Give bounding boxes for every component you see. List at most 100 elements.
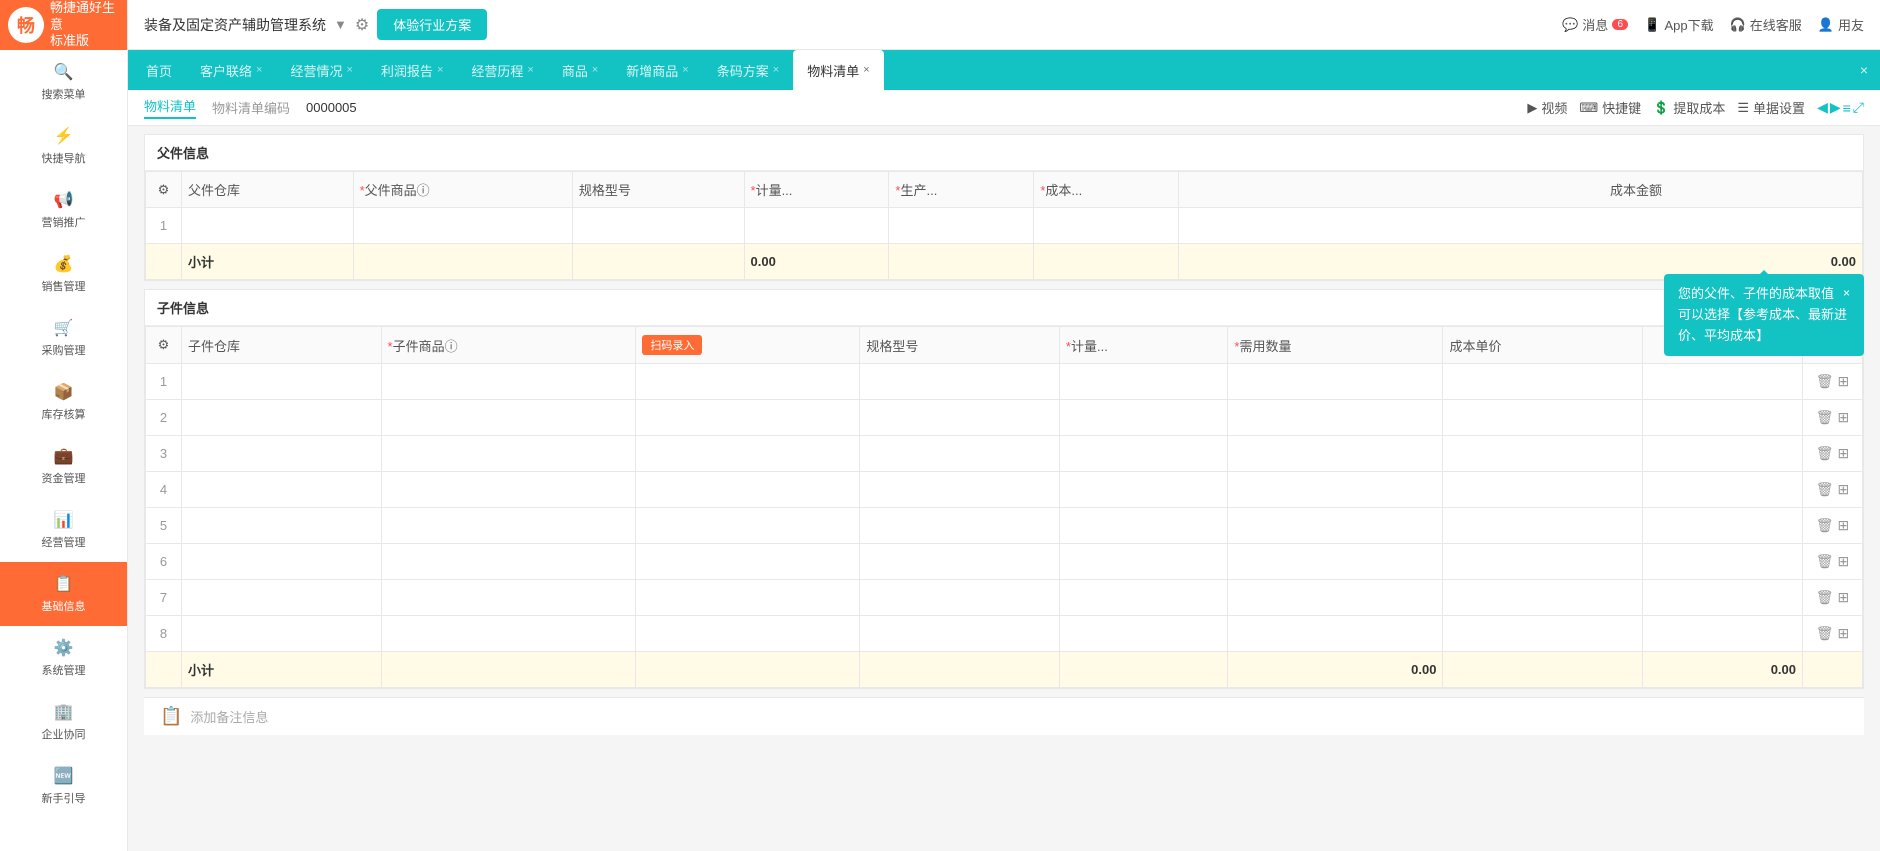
child-row-6-unit[interactable] <box>1059 544 1227 580</box>
online-service-button[interactable]: 🎧 在线客服 <box>1730 15 1802 34</box>
delete-icon-6[interactable]: 🗑 <box>1816 553 1834 570</box>
child-row-5-unit[interactable] <box>1059 508 1227 544</box>
sidebar-item-inventory[interactable]: 📦库存核算 <box>0 370 127 434</box>
parent-row-1-product[interactable] <box>353 208 572 244</box>
child-row-5-warehouse[interactable] <box>182 508 382 544</box>
message-button[interactable]: 💬 消息 6 <box>1562 15 1628 34</box>
child-row-7-quantity[interactable] <box>1228 580 1443 616</box>
nav-tab-close-1[interactable]: × <box>256 64 262 76</box>
child-row-8-unit-price[interactable] <box>1443 616 1643 652</box>
child-row-4-amount[interactable] <box>1643 472 1803 508</box>
copy-icon-5[interactable]: ⊞ <box>1838 517 1850 534</box>
next-arrow[interactable]: ▶ <box>1830 99 1841 116</box>
child-row-8-amount[interactable] <box>1643 616 1803 652</box>
note-text[interactable]: 添加备注信息 <box>190 707 268 726</box>
child-row-5-amount[interactable] <box>1643 508 1803 544</box>
child-row-3-warehouse[interactable] <box>182 436 382 472</box>
app-download-button[interactable]: 📱 App下载 <box>1644 15 1713 34</box>
child-row-3-scan[interactable] <box>636 436 860 472</box>
child-row-1-spec[interactable] <box>860 364 1060 400</box>
parent-row-1-warehouse[interactable] <box>182 208 354 244</box>
child-row-6-quantity[interactable] <box>1228 544 1443 580</box>
child-row-6-product[interactable] <box>381 544 636 580</box>
doc-settings-button[interactable]: ☰ 单据设置 <box>1737 98 1805 117</box>
nav-tab-6[interactable]: 新增商品× <box>612 50 702 90</box>
sidebar-item-finance[interactable]: 💼资金管理 <box>0 434 127 498</box>
child-th-scan[interactable]: 扫码录入 <box>636 327 860 364</box>
parent-row-1-production[interactable] <box>889 208 1034 244</box>
child-row-6-spec[interactable] <box>860 544 1060 580</box>
copy-icon-4[interactable]: ⊞ <box>1838 481 1850 498</box>
child-row-4-scan[interactable] <box>636 472 860 508</box>
parent-th-settings[interactable]: ⚙ <box>146 172 182 208</box>
header-dropdown-icon[interactable]: ▼ <box>334 17 347 32</box>
child-row-1-scan[interactable] <box>636 364 860 400</box>
child-row-4-warehouse[interactable] <box>182 472 382 508</box>
parent-row-1-amount[interactable] <box>1179 208 1863 244</box>
child-row-3-quantity[interactable] <box>1228 436 1443 472</box>
child-row-4-product[interactable] <box>381 472 636 508</box>
child-row-8-product[interactable] <box>381 616 636 652</box>
child-row-1-quantity[interactable] <box>1228 364 1443 400</box>
child-row-3-amount[interactable] <box>1643 436 1803 472</box>
copy-icon-3[interactable]: ⊞ <box>1838 445 1850 462</box>
nav-tab-2[interactable]: 经营情况× <box>276 50 366 90</box>
extract-cost-button[interactable]: 💲 提取成本 <box>1653 98 1725 117</box>
video-button[interactable]: ▶ 视频 <box>1527 98 1567 117</box>
child-row-6-scan[interactable] <box>636 544 860 580</box>
child-row-2-warehouse[interactable] <box>182 400 382 436</box>
sidebar-item-basic[interactable]: 📋基础信息 <box>0 562 127 626</box>
menu-icon[interactable]: ≡ <box>1843 100 1851 116</box>
sidebar-item-search[interactable]: 🔍搜索菜单 <box>0 50 127 114</box>
sidebar-item-purchase[interactable]: 🛒采购管理 <box>0 306 127 370</box>
nav-tab-close-6[interactable]: × <box>682 64 688 76</box>
child-row-5-scan[interactable] <box>636 508 860 544</box>
nav-tab-close-8[interactable]: × <box>863 64 869 76</box>
sidebar-item-quicknav[interactable]: ⚡快捷导航 <box>0 114 127 178</box>
expand-icon[interactable]: ⤢ <box>1853 99 1864 116</box>
nav-tab-1[interactable]: 客户联络× <box>186 50 276 90</box>
scan-button[interactable]: 扫码录入 <box>642 335 702 355</box>
delete-icon-5[interactable]: 🗑 <box>1816 517 1834 534</box>
parent-row-1-spec[interactable] <box>572 208 744 244</box>
child-row-4-quantity[interactable] <box>1228 472 1443 508</box>
child-row-8-spec[interactable] <box>860 616 1060 652</box>
sidebar-item-marketing[interactable]: 📢营销推广 <box>0 178 127 242</box>
child-row-5-unit-price[interactable] <box>1443 508 1643 544</box>
copy-icon-2[interactable]: ⊞ <box>1838 409 1850 426</box>
child-th-settings[interactable]: ⚙ <box>146 327 182 364</box>
copy-icon-8[interactable]: ⊞ <box>1838 625 1850 642</box>
child-row-7-amount[interactable] <box>1643 580 1803 616</box>
copy-icon-1[interactable]: ⊞ <box>1838 373 1850 390</box>
copy-icon-6[interactable]: ⊞ <box>1838 553 1850 570</box>
parent-row-1-cost[interactable] <box>1034 208 1179 244</box>
child-row-8-unit[interactable] <box>1059 616 1227 652</box>
nav-tab-close-4[interactable]: × <box>527 64 533 76</box>
trial-button[interactable]: 体验行业方案 <box>377 9 487 40</box>
child-row-1-amount[interactable] <box>1643 364 1803 400</box>
child-row-2-unit[interactable] <box>1059 400 1227 436</box>
child-row-1-unit-price[interactable] <box>1443 364 1643 400</box>
child-row-2-product[interactable] <box>381 400 636 436</box>
toolbar-tab-bom[interactable]: 物料清单 <box>144 96 196 119</box>
sidebar-item-sales[interactable]: 💰销售管理 <box>0 242 127 306</box>
child-row-1-warehouse[interactable] <box>182 364 382 400</box>
sidebar-item-operation[interactable]: 📊经营管理 <box>0 498 127 562</box>
nav-tab-close-3[interactable]: × <box>437 64 443 76</box>
child-row-4-spec[interactable] <box>860 472 1060 508</box>
tooltip-close-button[interactable]: × <box>1843 284 1850 303</box>
child-row-7-unit-price[interactable] <box>1443 580 1643 616</box>
delete-icon-4[interactable]: 🗑 <box>1816 481 1834 498</box>
child-row-3-unit-price[interactable] <box>1443 436 1643 472</box>
child-row-8-scan[interactable] <box>636 616 860 652</box>
delete-icon-7[interactable]: 🗑 <box>1816 589 1834 606</box>
child-row-5-spec[interactable] <box>860 508 1060 544</box>
child-row-1-unit[interactable] <box>1059 364 1227 400</box>
child-row-3-spec[interactable] <box>860 436 1060 472</box>
sidebar-item-enterprise[interactable]: 🏢企业协同 <box>0 690 127 754</box>
child-row-2-quantity[interactable] <box>1228 400 1443 436</box>
nav-tab-close-5[interactable]: × <box>592 64 598 76</box>
child-row-1-product[interactable] <box>381 364 636 400</box>
nav-tab-close-2[interactable]: × <box>346 64 352 76</box>
child-row-4-unit[interactable] <box>1059 472 1227 508</box>
